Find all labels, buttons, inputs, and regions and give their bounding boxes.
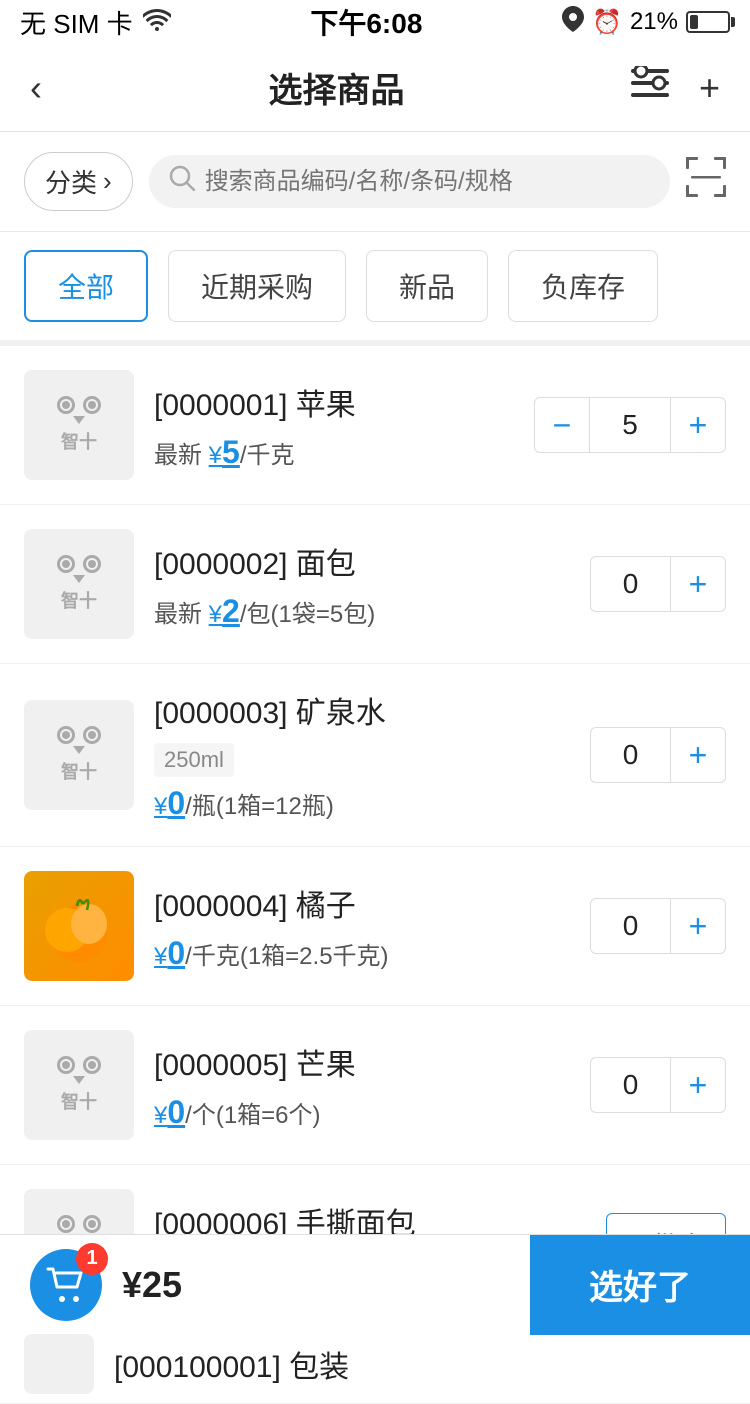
location-icon xyxy=(562,6,584,39)
product-price-0000004: ¥0/千克(1箱=2.5千克) xyxy=(154,935,570,972)
product-name-0000001: [0000001] 苹果 xyxy=(154,380,514,424)
carrier-text: 无 SIM 卡 xyxy=(20,4,133,41)
status-time: 下午6:08 xyxy=(310,2,422,42)
nav-bar: ‹ 选择商品 + xyxy=(0,44,750,132)
status-right: ⏰ 21% xyxy=(562,6,730,39)
bottom-bar: 1 ¥25 选好了 xyxy=(0,1234,750,1334)
qty-control-0000001: − + xyxy=(534,397,726,453)
qty-control-0000004: + xyxy=(590,898,726,954)
product-thumb-0000002: 智十 xyxy=(24,529,134,639)
battery-icon xyxy=(686,11,730,33)
product-info-0000002: [0000002] 面包 最新 ¥2/包(1袋=5包) xyxy=(154,539,570,630)
qty-minus-0000001[interactable]: − xyxy=(534,397,590,453)
tab-negative[interactable]: 负库存 xyxy=(508,250,658,322)
product-item-0000005: 智十 [0000005] 芒果 ¥0/个(1箱=6个) + xyxy=(0,1006,750,1165)
product-item-partial: [000100001] 包装 xyxy=(0,1324,750,1404)
qty-control-0000005: + xyxy=(590,1057,726,1113)
product-name-0000005: [0000005] 芒果 xyxy=(154,1040,570,1084)
search-bar: 分类 › xyxy=(0,132,750,232)
confirm-button[interactable]: 选好了 xyxy=(530,1235,750,1335)
qty-plus-0000004[interactable]: + xyxy=(670,898,726,954)
page-title: 选择商品 xyxy=(268,63,404,112)
filter-icon[interactable] xyxy=(631,66,669,109)
orange-image xyxy=(24,871,134,981)
qty-input-0000001[interactable] xyxy=(590,397,670,453)
cart-total: ¥25 xyxy=(122,1264,182,1306)
qty-input-0000004[interactable] xyxy=(590,898,670,954)
owl-logo-icon: 智十 xyxy=(57,555,101,613)
product-thumb-0000004 xyxy=(24,871,134,981)
qty-input-0000005[interactable] xyxy=(590,1057,670,1113)
product-thumb-0000003: 智十 xyxy=(24,700,134,810)
product-price-0000001: 最新 ¥5/千克 xyxy=(154,434,514,471)
product-price-0000005: ¥0/个(1箱=6个) xyxy=(154,1094,570,1131)
product-info-0000001: [0000001] 苹果 最新 ¥5/千克 xyxy=(154,380,514,471)
search-icon xyxy=(169,165,195,198)
scan-icon[interactable] xyxy=(686,157,726,206)
status-bar: 无 SIM 卡 下午6:08 ⏰ 21% xyxy=(0,0,750,44)
product-name-partial: [000100001] 包装 xyxy=(114,1342,349,1386)
product-thumb-partial xyxy=(24,1334,94,1394)
status-left: 无 SIM 卡 xyxy=(20,4,171,41)
product-item-0000003: 智十 [0000003] 矿泉水 250ml ¥0/瓶(1箱=12瓶) + xyxy=(0,664,750,847)
qty-plus-0000002[interactable]: + xyxy=(670,556,726,612)
battery-percent: 21% xyxy=(630,8,678,36)
product-spec-0000003: 250ml xyxy=(154,743,234,777)
qty-control-0000002: + xyxy=(590,556,726,612)
product-item-0000001: 智十 [0000001] 苹果 最新 ¥5/千克 − + xyxy=(0,346,750,505)
owl-logo-icon: 智十 xyxy=(57,1056,101,1114)
category-button[interactable]: 分类 › xyxy=(24,152,133,211)
product-info-0000003: [0000003] 矿泉水 250ml ¥0/瓶(1箱=12瓶) xyxy=(154,688,570,822)
product-thumb-0000005: 智十 xyxy=(24,1030,134,1140)
owl-logo-icon: 智十 xyxy=(57,726,101,784)
product-item-0000004: [0000004] 橘子 ¥0/千克(1箱=2.5千克) + xyxy=(0,847,750,1006)
nav-right: + xyxy=(631,66,720,109)
qty-plus-0000003[interactable]: + xyxy=(670,727,726,783)
product-name-0000003: [0000003] 矿泉水 xyxy=(154,688,570,732)
add-button[interactable]: + xyxy=(699,67,720,109)
product-name-0000004: [0000004] 橘子 xyxy=(154,881,570,925)
qty-control-0000003: + xyxy=(590,727,726,783)
tab-new[interactable]: 新品 xyxy=(366,250,488,322)
tab-all[interactable]: 全部 xyxy=(24,250,148,322)
wifi-icon xyxy=(143,7,171,38)
category-label: 分类 xyxy=(45,163,97,200)
product-item-0000002: 智十 [0000002] 面包 最新 ¥2/包(1袋=5包) + xyxy=(0,505,750,664)
product-name-0000002: [0000002] 面包 xyxy=(154,539,570,583)
search-input[interactable] xyxy=(205,168,650,196)
back-button[interactable]: ‹ xyxy=(30,67,42,109)
cart-badge: 1 xyxy=(76,1243,108,1275)
qty-input-0000003[interactable] xyxy=(590,727,670,783)
cart-section: 1 ¥25 xyxy=(0,1249,530,1321)
qty-input-0000002[interactable] xyxy=(590,556,670,612)
qty-plus-0000005[interactable]: + xyxy=(670,1057,726,1113)
product-price-0000003: ¥0/瓶(1箱=12瓶) xyxy=(154,785,570,822)
tab-recent[interactable]: 近期采购 xyxy=(168,250,346,322)
product-info-0000004: [0000004] 橘子 ¥0/千克(1箱=2.5千克) xyxy=(154,881,570,972)
qty-plus-0000001[interactable]: + xyxy=(670,397,726,453)
product-price-0000002: 最新 ¥2/包(1袋=5包) xyxy=(154,593,570,630)
owl-logo-icon: 智十 xyxy=(57,396,101,454)
search-input-wrap xyxy=(149,155,670,208)
cart-icon-wrap[interactable]: 1 xyxy=(30,1249,102,1321)
product-info-0000005: [0000005] 芒果 ¥0/个(1箱=6个) xyxy=(154,1040,570,1131)
alarm-icon: ⏰ xyxy=(592,8,622,37)
filter-tabs: 全部 近期采购 新品 负库存 xyxy=(0,232,750,346)
product-thumb-0000001: 智十 xyxy=(24,370,134,480)
category-chevron-icon: › xyxy=(103,166,112,197)
